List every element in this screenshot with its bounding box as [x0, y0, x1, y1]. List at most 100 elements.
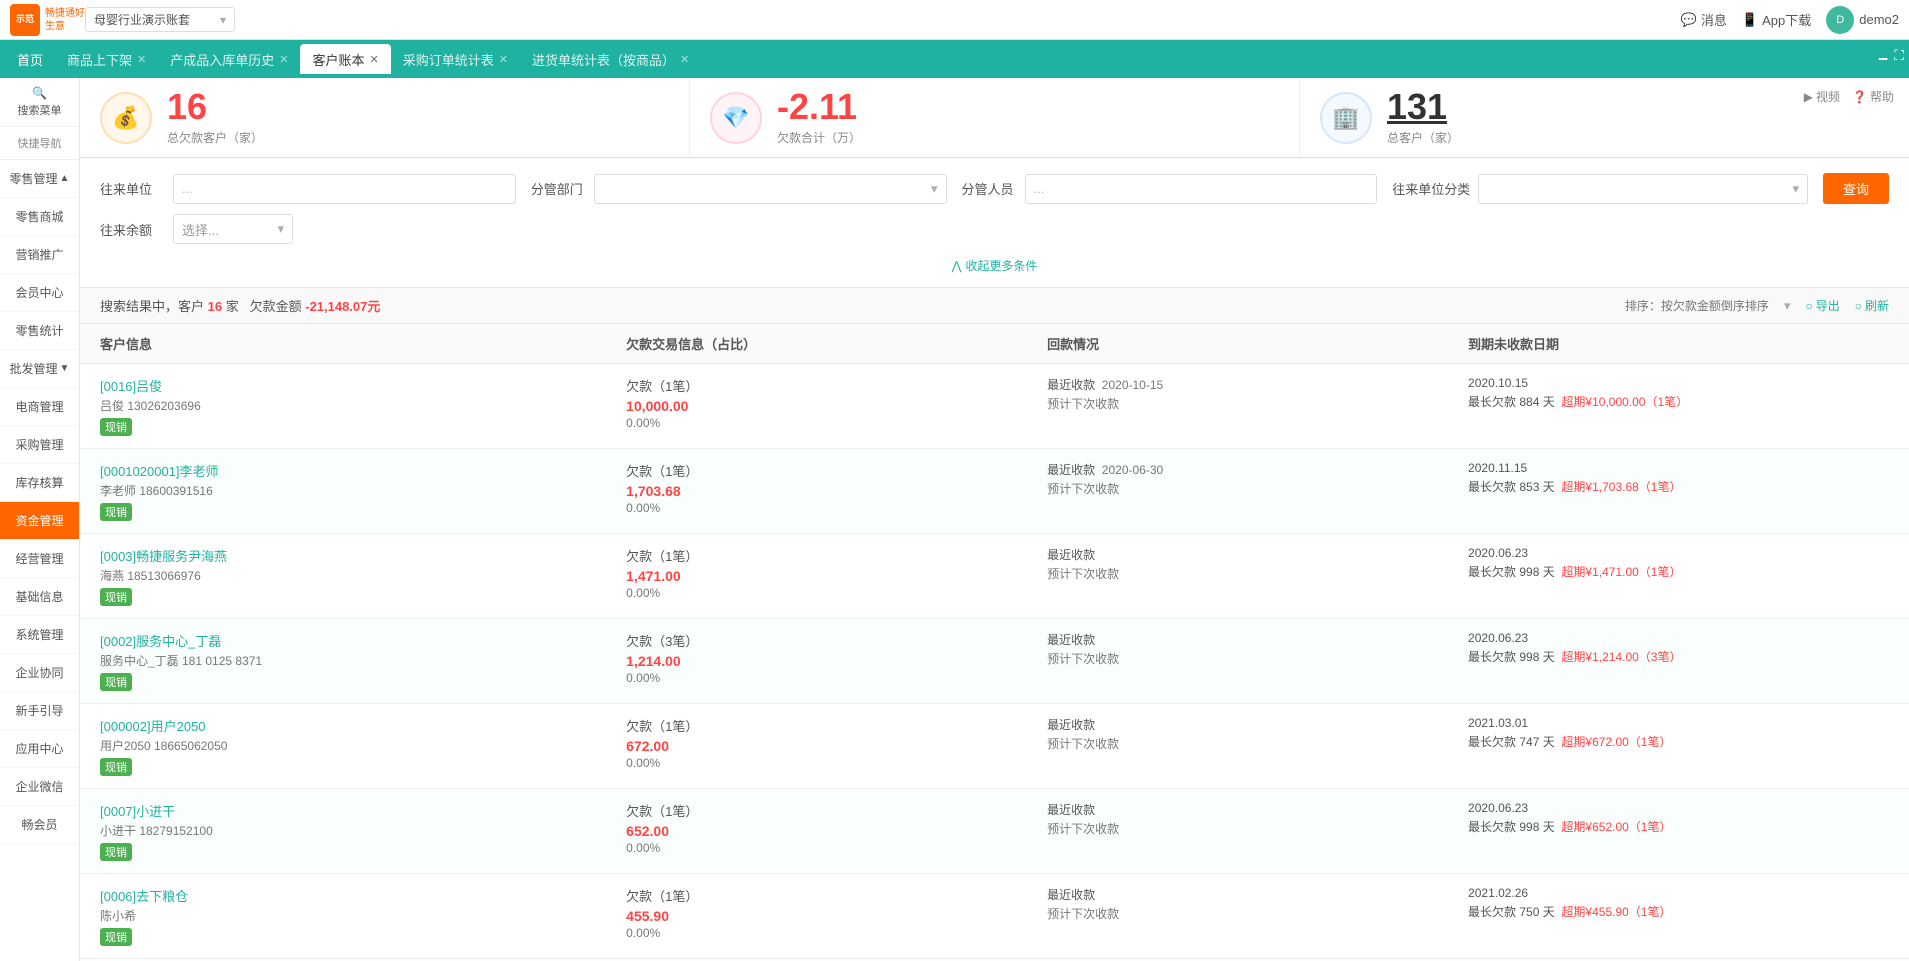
- tab-close-icon[interactable]: ✕: [137, 53, 146, 66]
- overdue-detail: 最长欠款 998 天 超期¥1,471.00（1笔）: [1468, 563, 1889, 580]
- refresh-btn[interactable]: ○ 刷新: [1855, 297, 1889, 314]
- debt-percent: 0.00%: [626, 841, 1047, 855]
- window-minimize-icon[interactable]: 🗕: [1878, 47, 1888, 71]
- dept-select[interactable]: ▾: [594, 174, 947, 204]
- sidebar-item-inventory[interactable]: 库存核算: [0, 464, 79, 502]
- debt-amount[interactable]: 1,214.00: [626, 653, 1047, 669]
- debt-amount[interactable]: 1,703.68: [626, 483, 1047, 499]
- sidebar-item-retail-stats[interactable]: 零售统计: [0, 312, 79, 350]
- tab-inbound-stats[interactable]: 进货单统计表（按商品） ✕: [520, 44, 701, 74]
- sidebar-item-batch-mgmt[interactable]: 批发管理▼: [0, 350, 79, 388]
- sidebar-item-enterprise-collab[interactable]: 企业协同: [0, 654, 79, 692]
- from-unit-label: 往来单位: [100, 179, 165, 198]
- sidebar-item-finance[interactable]: 资金管理: [0, 502, 79, 540]
- tab-home[interactable]: 首页: [5, 44, 55, 74]
- sidebar-item-retail-shop[interactable]: 零售商城: [0, 198, 79, 236]
- col-header-collection: 回款情况: [1047, 334, 1468, 353]
- customer-phone: 吕俊 13026203696: [100, 397, 626, 414]
- customer-name[interactable]: [0002]服务中心_丁磊: [100, 631, 626, 650]
- customer-name[interactable]: [0001020001]李老师: [100, 461, 626, 480]
- message-btn[interactable]: 💬 消息: [1681, 10, 1727, 29]
- customer-tag: 现销: [100, 588, 132, 606]
- balance-select[interactable]: 选择... ▾: [173, 214, 293, 244]
- overdue-link[interactable]: 超期¥10,000.00（1笔）: [1561, 395, 1688, 409]
- sidebar-item-app-center[interactable]: 应用中心: [0, 730, 79, 768]
- customer-name[interactable]: [0007]小进干: [100, 801, 626, 820]
- tab-product-toggle[interactable]: 商品上下架 ✕: [55, 44, 158, 74]
- sidebar-item-newbie[interactable]: 新手引导: [0, 692, 79, 730]
- window-maximize-icon[interactable]: ⛶: [1894, 47, 1904, 71]
- unit-cat-select[interactable]: ▾: [1478, 174, 1808, 204]
- overdue-link[interactable]: 超期¥672.00（1笔）: [1561, 735, 1671, 749]
- col-header-customer: 客户信息: [100, 334, 626, 353]
- customer-tag: 现销: [100, 418, 132, 436]
- tab-close-icon[interactable]: ✕: [370, 53, 379, 66]
- tab-close-icon[interactable]: ✕: [279, 53, 288, 66]
- chevron-down-icon[interactable]: ▾: [1784, 298, 1791, 314]
- tab-product-history[interactable]: 产成品入库单历史 ✕: [158, 44, 300, 74]
- results-actions: 排序：按欠款金额倒序排序 ▾ ○ 导出 ○ 刷新: [1625, 297, 1889, 314]
- sidebar-item-super-member[interactable]: 畅会员: [0, 806, 79, 844]
- collection-date: 最近收款 2020-10-15: [1047, 376, 1468, 393]
- table-row: [0006]去下粮仓 陈小希 现销 欠款（1笔） 455.90 0.00% 最近…: [80, 874, 1909, 959]
- stat-text-amount: -2.11 欠款合计（万）: [777, 89, 861, 146]
- help-btn[interactable]: ❓ 帮助: [1852, 88, 1894, 105]
- overdue-link[interactable]: 超期¥1,703.68（1笔）: [1561, 480, 1681, 494]
- col-header-debt: 欠款交易信息（占比）: [626, 334, 1047, 353]
- customer-info: [0003]畅捷服务尹海燕 海燕 18513066976 现销: [100, 546, 626, 606]
- search-button[interactable]: 查询: [1823, 173, 1889, 204]
- overdue-link[interactable]: 超期¥455.90（1笔）: [1561, 905, 1671, 919]
- video-btn[interactable]: ▶ 视频: [1804, 88, 1840, 105]
- debt-amount[interactable]: 672.00: [626, 738, 1047, 754]
- overdue-link[interactable]: 超期¥1,214.00（3笔）: [1561, 650, 1681, 664]
- customer-name[interactable]: [0016]吕俊: [100, 376, 626, 395]
- debt-amount[interactable]: 1,471.00: [626, 568, 1047, 584]
- search-icon: 🔍: [32, 86, 47, 100]
- sidebar-item-purchase[interactable]: 采购管理: [0, 426, 79, 464]
- customer-name[interactable]: [0006]去下粮仓: [100, 886, 626, 905]
- table-row: [0007]小进干 小进干 18279152100 现销 欠款（1笔） 652.…: [80, 789, 1909, 874]
- sidebar-item-retail-mgmt[interactable]: 零售管理▲: [0, 160, 79, 198]
- manager-input[interactable]: ...: [1025, 174, 1378, 204]
- tab-customer-account[interactable]: 客户账本 ✕: [300, 44, 390, 74]
- sidebar-search[interactable]: 🔍 搜索菜单: [0, 78, 79, 127]
- app-download-btn[interactable]: 📱 App下载: [1742, 10, 1811, 29]
- collapse-button[interactable]: ⋀ 收起更多条件: [952, 257, 1038, 274]
- sidebar-item-operations[interactable]: 经营管理: [0, 540, 79, 578]
- sidebar-item-system[interactable]: 系统管理: [0, 616, 79, 654]
- from-unit-input[interactable]: ...: [173, 174, 516, 204]
- overdue-link[interactable]: 超期¥652.00（1笔）: [1561, 820, 1671, 834]
- debt-count: 欠款（1笔）: [626, 716, 1047, 735]
- next-collection: 预计下次收款: [1047, 650, 1468, 667]
- main-layout: 🔍 搜索菜单 快捷导航 零售管理▲ 零售商城 营销推广 会员中心 零售统计 批发…: [0, 78, 1909, 961]
- help-icon: ❓: [1852, 90, 1867, 104]
- customer-name[interactable]: [0003]畅捷服务尹海燕: [100, 546, 626, 565]
- collection-date: 最近收款: [1047, 716, 1468, 733]
- sidebar-item-basic[interactable]: 基础信息: [0, 578, 79, 616]
- top-right: 💬 消息 📱 App下载 D demo2: [1681, 6, 1899, 34]
- arrow-icon: ▲: [60, 173, 70, 184]
- sidebar-item-marketing[interactable]: 营销推广: [0, 236, 79, 274]
- due-info: 2021.03.01 最长欠款 747 天 超期¥672.00（1笔）: [1468, 716, 1889, 750]
- overdue-link[interactable]: 超期¥1,471.00（1笔）: [1561, 565, 1681, 579]
- debt-amount[interactable]: 652.00: [626, 823, 1047, 839]
- company-selector[interactable]: 母婴行业演示账套 ▾: [85, 7, 235, 32]
- debt-amount[interactable]: 10,000.00: [626, 398, 1047, 414]
- sidebar-item-member[interactable]: 会员中心: [0, 274, 79, 312]
- due-date: 2020.06.23: [1468, 546, 1889, 560]
- debt-amount[interactable]: 455.90: [626, 908, 1047, 924]
- export-btn[interactable]: ○ 导出: [1805, 297, 1839, 314]
- next-collection: 预计下次收款: [1047, 735, 1468, 752]
- user-avatar[interactable]: D demo2: [1826, 6, 1899, 34]
- sidebar-item-enterprise-wechat[interactable]: 企业微信: [0, 768, 79, 806]
- tab-close-icon[interactable]: ✕: [680, 53, 689, 66]
- tab-purchase-order[interactable]: 采购订单统计表 ✕: [391, 44, 520, 74]
- customer-info: [0002]服务中心_丁磊 服务中心_丁磊 181 0125 8371 现销: [100, 631, 626, 691]
- tab-close-icon[interactable]: ✕: [499, 53, 508, 66]
- table-row: [0002]服务中心_丁磊 服务中心_丁磊 181 0125 8371 现销 欠…: [80, 619, 1909, 704]
- customer-name[interactable]: [000002]用户2050: [100, 716, 626, 735]
- debt-percent: 0.00%: [626, 756, 1047, 770]
- sidebar-item-ecommerce[interactable]: 电商管理: [0, 388, 79, 426]
- logo-icon: 示范: [10, 4, 40, 36]
- debt-percent: 0.00%: [626, 501, 1047, 515]
